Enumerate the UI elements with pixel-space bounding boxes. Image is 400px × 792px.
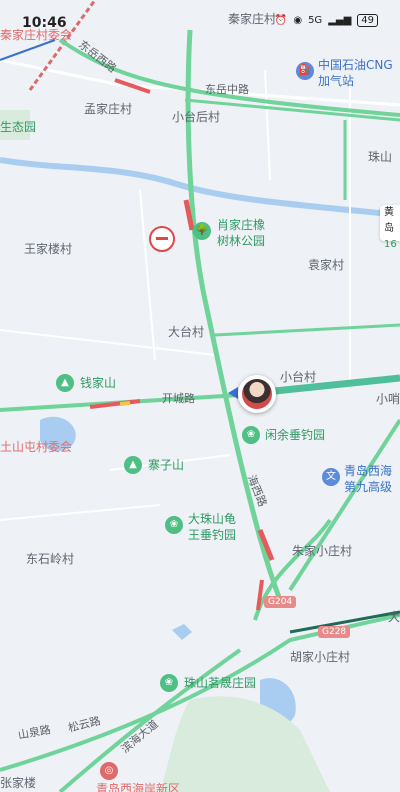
no-entry-icon[interactable] [149, 226, 175, 252]
river [0, 157, 400, 218]
school-icon[interactable]: 文 [322, 468, 340, 486]
place-label[interactable]: 东石岭村 [26, 552, 74, 566]
street [264, 69, 271, 181]
mountain-icon[interactable]: ▲ [56, 374, 74, 392]
poi-label[interactable]: 寨子山 [148, 458, 184, 472]
road-label: 开城路 [162, 392, 195, 405]
poi-label[interactable]: 王垂钓园 [188, 528, 236, 542]
park-icon[interactable]: 🌳 [193, 222, 211, 240]
place-label[interactable]: 朱家小庄村 [292, 544, 352, 558]
place-label[interactable]: 大 [388, 610, 400, 624]
gas-station-icon[interactable]: ⛽ [296, 62, 314, 80]
poi-label[interactable]: 加气站 [318, 74, 354, 88]
place-label[interactable]: 小台村 [280, 370, 316, 384]
network-label: 5G [308, 15, 323, 26]
place-label[interactable]: 秦家庄村 [228, 12, 276, 26]
map-view[interactable]: 10:46 ⏰ ◉ 5G ▂▄▆ 49 秦家庄村 秦家庄村委会 东岳西路 东岳中… [0, 0, 400, 792]
place-label[interactable]: 秦家庄村委会 [0, 28, 72, 42]
pond-2 [172, 624, 192, 640]
place-label[interactable]: 小台后村 [172, 110, 220, 124]
poi-label[interactable]: 第九高级 [344, 480, 392, 494]
street [139, 189, 156, 361]
poi-label[interactable]: 珠山茗晟庄园 [184, 676, 256, 690]
user-location-marker[interactable] [238, 375, 276, 413]
heading-arrow-icon [228, 387, 238, 399]
alarm-icon: ⏰ [274, 15, 288, 26]
place-label[interactable]: 小哨 [376, 392, 400, 406]
mountain-icon[interactable]: ▲ [124, 456, 142, 474]
place-label[interactable]: 袁家村 [308, 258, 344, 272]
government-icon[interactable]: ◎ [100, 762, 118, 780]
estate-icon[interactable]: ❀ [160, 674, 178, 692]
highway-shield: G204 [264, 596, 297, 608]
poi-label[interactable]: 钱家山 [80, 376, 116, 390]
road-east-2 [288, 418, 400, 592]
poi-label[interactable]: 青岛西海 [344, 464, 392, 478]
battery-icon: 49 [357, 14, 378, 27]
street [0, 504, 161, 521]
road-label: 东岳中路 [205, 83, 249, 96]
place-label[interactable]: 王家楼村 [24, 242, 72, 256]
road-kaicheng-yellow [119, 401, 131, 406]
poi-label[interactable]: 闲余垂钓园 [265, 428, 325, 442]
place-label[interactable]: 生态园 [0, 120, 36, 134]
place-label[interactable]: 张家楼 [0, 776, 36, 790]
edge-card-title: 黄岛 [384, 207, 394, 234]
status-icons: ⏰ ◉ 5G ▂▄▆ 49 [275, 14, 378, 27]
highway-shield: G228 [318, 626, 351, 638]
location-icon: ◉ [293, 15, 303, 26]
poi-label[interactable]: 树林公园 [217, 234, 265, 248]
poi-label[interactable]: 大珠山龟 [188, 512, 236, 526]
rail-2 [0, 39, 56, 61]
edge-card[interactable]: 黄岛 16 [380, 205, 400, 250]
place-label[interactable]: 土山屯村委会 [0, 440, 72, 454]
avatar [242, 379, 272, 409]
fishing-icon[interactable]: ❀ [165, 516, 183, 534]
signal-icon: ▂▄▆ [328, 15, 352, 26]
poi-label[interactable]: 青岛西海岸新区 [96, 782, 180, 792]
place-label[interactable]: 大台村 [168, 325, 204, 339]
fishing-icon[interactable]: ❀ [242, 426, 260, 444]
place-label[interactable]: 孟家庄村 [84, 102, 132, 116]
place-label[interactable]: 胡家小庄村 [290, 650, 350, 664]
poi-label[interactable]: 肖家庄橡 [217, 218, 265, 232]
poi-label[interactable]: 中国石油CNG [318, 58, 393, 72]
place-label[interactable]: 珠山 [368, 150, 392, 164]
green-area [160, 696, 330, 792]
edge-card-value: 16 [384, 239, 397, 250]
road-datai [214, 323, 400, 337]
